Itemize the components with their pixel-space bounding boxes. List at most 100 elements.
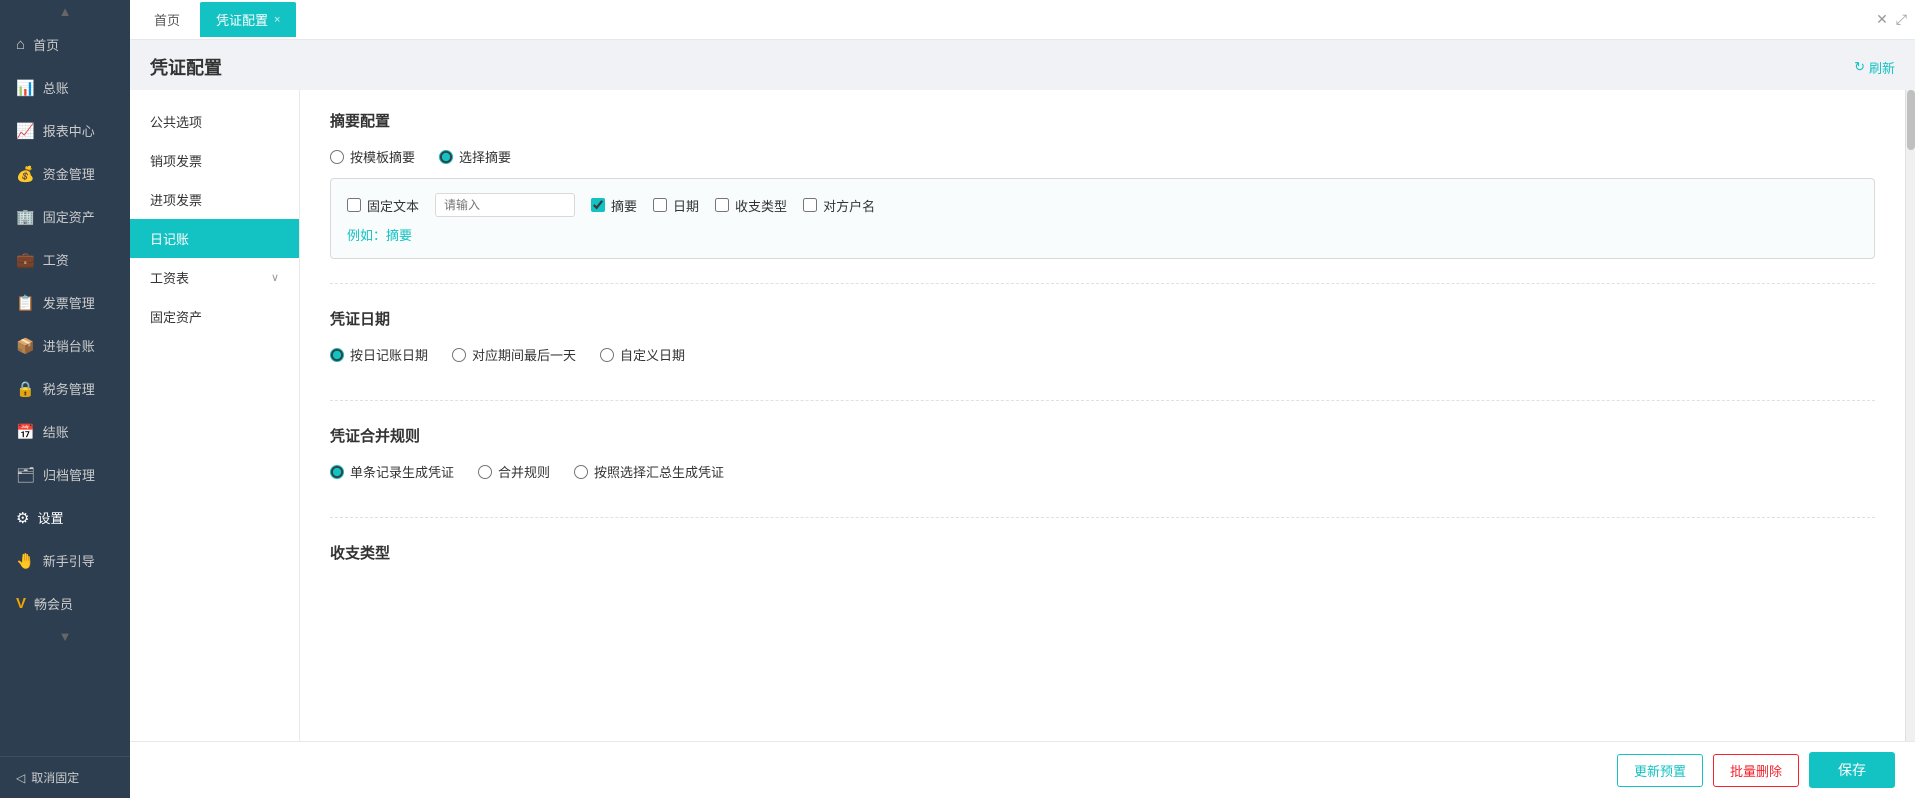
radio-single-record-input[interactable] (330, 465, 344, 479)
radio-single-record[interactable]: 单条记录生成凭证 (330, 462, 454, 481)
pin-icon: ◁ (16, 771, 25, 785)
nav-label-payroll-table: 工资表 (150, 268, 189, 287)
tab-close-icon[interactable]: × (274, 14, 280, 26)
sidebar-item-label: 税务管理 (43, 379, 95, 398)
nav-item-purchase-invoice[interactable]: 进项发票 (130, 180, 299, 219)
radio-custom-date-text: 自定义日期 (620, 345, 685, 364)
sidebar-item-sales[interactable]: 📦 进销台账 (0, 324, 130, 367)
settings-icon: ⚙ (16, 509, 29, 527)
nav-item-sales-invoice[interactable]: 销项发票 (130, 141, 299, 180)
tab-home-label: 首页 (154, 10, 180, 29)
sidebar-item-label: 固定资产 (43, 207, 95, 226)
sidebar-item-label: 畅会员 (34, 594, 73, 613)
refresh-icon: ↻ (1854, 59, 1865, 75)
checkbox-abstract-input[interactable] (591, 198, 605, 212)
nav-item-fixed-assets[interactable]: 固定资产 (130, 297, 299, 336)
nav-item-payroll-table[interactable]: 工资表 ∨ (130, 258, 299, 297)
abstract-box: 固定文本 摘要 日期 收支类型 (330, 178, 1875, 259)
checkbox-abstract-text: 摘要 (611, 196, 637, 215)
refresh-label: 刷新 (1869, 58, 1895, 77)
radio-select-input[interactable] (439, 150, 453, 164)
abstract-config-section: 摘要配置 按模板摘要 选择摘要 (330, 110, 1875, 284)
sidebar-item-assets[interactable]: 🏢 固定资产 (0, 195, 130, 238)
tab-home[interactable]: 首页 (138, 2, 196, 37)
checkbox-fixed-text-text: 固定文本 (367, 196, 419, 215)
checkbox-income-type-label[interactable]: 收支类型 (715, 196, 787, 215)
radio-custom-date-input[interactable] (600, 348, 614, 362)
resize-window-icon[interactable]: ⤢ (1896, 11, 1907, 28)
radio-last-day[interactable]: 对应期间最后一天 (452, 345, 576, 364)
right-scrollbar[interactable] (1905, 90, 1915, 741)
voucher-date-section: 凭证日期 按日记账日期 对应期间最后一天 自定义日期 (330, 308, 1875, 401)
sidebar-item-ledger[interactable]: 📊 总账 (0, 66, 130, 109)
sidebar-item-label: 归档管理 (43, 465, 95, 484)
sidebar: ▲ ⌂ 首页 📊 总账 📈 报表中心 💰 资金管理 🏢 固定资产 💼 工资 📋 … (0, 0, 130, 798)
checkbox-income-type-input[interactable] (715, 198, 729, 212)
sidebar-item-funds[interactable]: 💰 资金管理 (0, 152, 130, 195)
sidebar-item-close[interactable]: 📅 结账 (0, 410, 130, 453)
radio-select-label[interactable]: 选择摘要 (439, 147, 511, 166)
radio-by-journal-date[interactable]: 按日记账日期 (330, 345, 428, 364)
abstract-radio-options: 按模板摘要 选择摘要 (330, 147, 1875, 166)
sidebar-item-tax[interactable]: 🔒 税务管理 (0, 367, 130, 410)
voucher-date-options: 按日记账日期 对应期间最后一天 自定义日期 (330, 345, 1875, 364)
abstract-config-title: 摘要配置 (330, 110, 1875, 131)
nav-item-journal[interactable]: 日记账 (130, 219, 299, 258)
sidebar-scroll-down[interactable]: ▼ (0, 625, 130, 648)
sidebar-item-member[interactable]: V 畅会员 (0, 582, 130, 625)
page-title: 凭证配置 (150, 54, 222, 80)
fixed-text-input[interactable] (435, 193, 575, 217)
chevron-down-icon: ∨ (271, 271, 279, 284)
checkbox-date-input[interactable] (653, 198, 667, 212)
close-window-icon[interactable]: ✕ (1876, 11, 1888, 28)
radio-single-record-text: 单条记录生成凭证 (350, 462, 454, 481)
checkbox-date-label[interactable]: 日期 (653, 196, 699, 215)
sidebar-item-archive[interactable]: 🗂 归档管理 (0, 453, 130, 496)
radio-summary-generate[interactable]: 按照选择汇总生成凭证 (574, 462, 724, 481)
sidebar-item-invoice[interactable]: 📋 发票管理 (0, 281, 130, 324)
income-type-title: 收支类型 (330, 542, 1875, 563)
checkbox-fixed-text-label[interactable]: 固定文本 (347, 196, 419, 215)
scroll-track (1906, 90, 1915, 741)
sidebar-item-label: 首页 (33, 35, 59, 54)
checkbox-counterpart-label[interactable]: 对方户名 (803, 196, 875, 215)
sidebar-item-home[interactable]: ⌂ 首页 (0, 23, 130, 66)
sidebar-item-label: 报表中心 (43, 121, 95, 140)
radio-last-day-text: 对应期间最后一天 (472, 345, 576, 364)
sidebar-item-label: 进销台账 (43, 336, 95, 355)
sidebar-item-payroll[interactable]: 💼 工资 (0, 238, 130, 281)
radio-template-input[interactable] (330, 150, 344, 164)
tab-voucher-config[interactable]: 凭证配置 × (200, 2, 296, 37)
sidebar-item-settings[interactable]: ⚙ 设置 (0, 496, 130, 539)
checkbox-fixed-text-input[interactable] (347, 198, 361, 212)
sidebar-scroll-up[interactable]: ▲ (0, 0, 130, 23)
radio-by-journal-date-input[interactable] (330, 348, 344, 362)
radio-merge-rule-input[interactable] (478, 465, 492, 479)
save-button[interactable]: 保存 (1809, 752, 1895, 788)
report-icon: 📈 (16, 122, 35, 140)
radio-custom-date[interactable]: 自定义日期 (600, 345, 685, 364)
sidebar-item-label: 发票管理 (43, 293, 95, 312)
sidebar-bottom: ◁ 取消固定 (0, 756, 130, 798)
tab-active-label: 凭证配置 (216, 10, 268, 29)
checkbox-counterpart-text: 对方户名 (823, 196, 875, 215)
radio-summary-generate-input[interactable] (574, 465, 588, 479)
cancel-fixed-button[interactable]: ◁ 取消固定 (0, 757, 130, 798)
nav-label-purchase-invoice: 进项发票 (150, 190, 202, 209)
refresh-button[interactable]: ↻ 刷新 (1854, 58, 1895, 77)
assets-icon: 🏢 (16, 208, 35, 226)
example-text: 例如：摘要 (347, 225, 1858, 244)
abstract-options-row: 固定文本 摘要 日期 收支类型 (347, 193, 1858, 217)
radio-merge-rule[interactable]: 合并规则 (478, 462, 550, 481)
radio-template-label[interactable]: 按模板摘要 (330, 147, 415, 166)
sidebar-item-report[interactable]: 📈 报表中心 (0, 109, 130, 152)
scroll-thumb[interactable] (1907, 90, 1915, 150)
nav-item-public[interactable]: 公共选项 (130, 102, 299, 141)
radio-last-day-input[interactable] (452, 348, 466, 362)
batch-delete-button[interactable]: 批量删除 (1713, 754, 1799, 787)
checkbox-counterpart-input[interactable] (803, 198, 817, 212)
sidebar-item-guide[interactable]: 🤚 新手引导 (0, 539, 130, 582)
checkbox-abstract-label[interactable]: 摘要 (591, 196, 637, 215)
update-preview-button[interactable]: 更新预置 (1617, 754, 1703, 787)
merge-rules-title: 凭证合并规则 (330, 425, 1875, 446)
